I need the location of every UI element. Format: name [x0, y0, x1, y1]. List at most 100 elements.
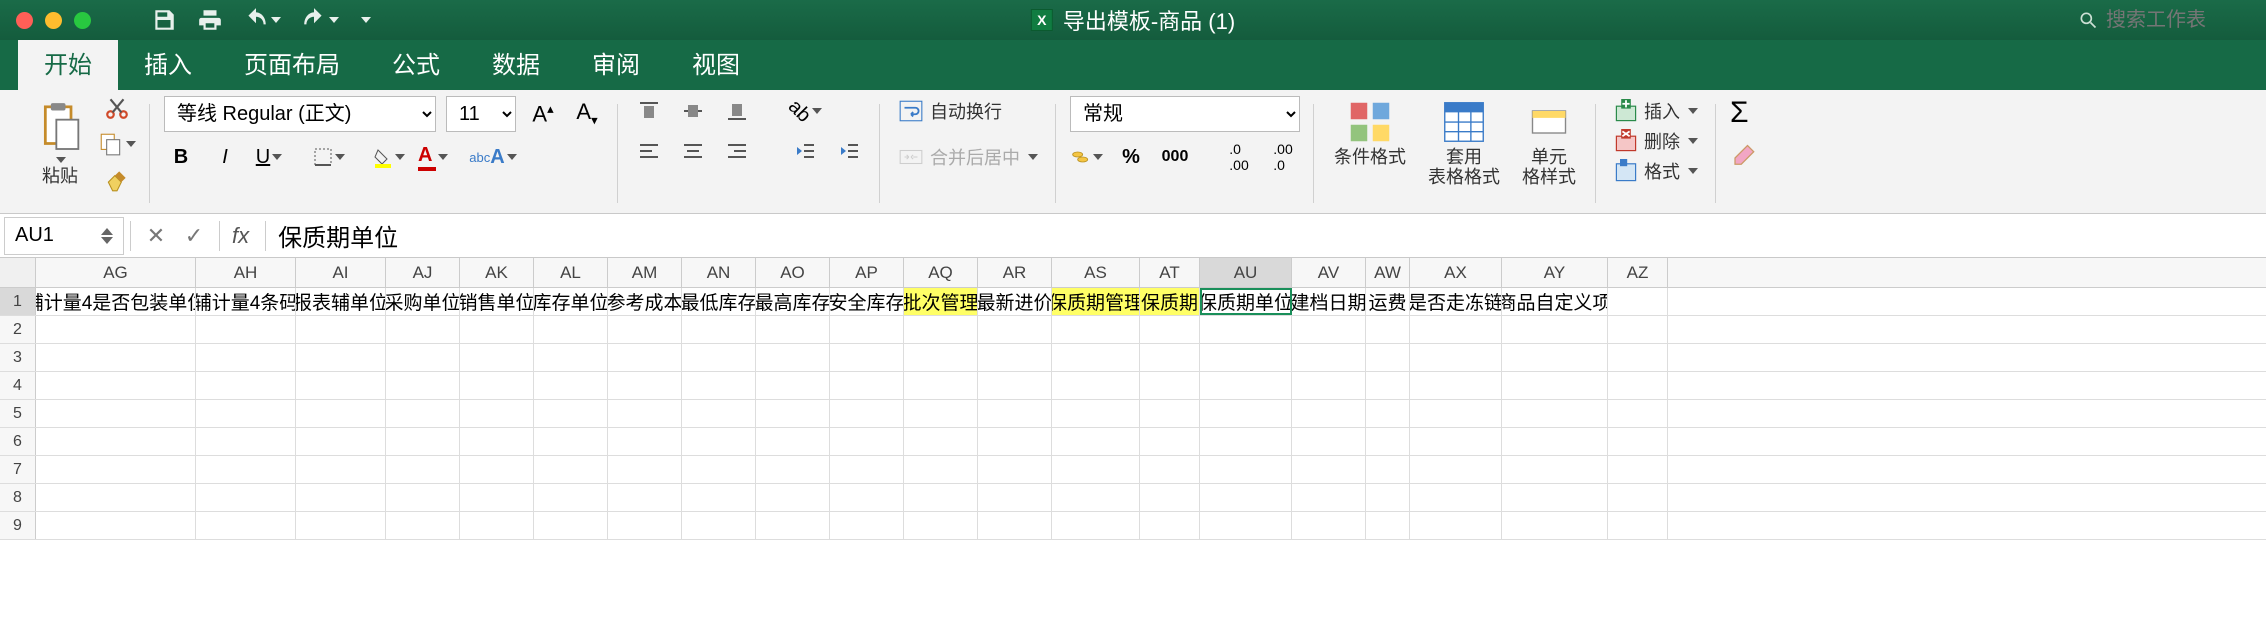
format-painter-button[interactable] — [104, 167, 130, 193]
cell-AR7[interactable] — [978, 456, 1052, 483]
cell-AR1[interactable]: 最新进价 — [978, 288, 1052, 315]
tab-insert[interactable]: 插入 — [118, 35, 218, 90]
cell-AK7[interactable] — [460, 456, 534, 483]
cell-AP1[interactable]: 安全库存 — [830, 288, 904, 315]
cell-AI6[interactable] — [296, 428, 386, 455]
cell-AR4[interactable] — [978, 372, 1052, 399]
cell-AQ9[interactable] — [904, 512, 978, 539]
minimize-window-button[interactable] — [45, 12, 62, 29]
cell-AW8[interactable] — [1366, 484, 1410, 511]
format-cells-button[interactable]: 格式 — [1610, 156, 1702, 186]
cell-AS9[interactable] — [1052, 512, 1140, 539]
column-header-AO[interactable]: AO — [756, 258, 830, 287]
cell-AM1[interactable]: 参考成本 — [608, 288, 682, 315]
cell-styles-button[interactable]: 单元 格样式 — [1516, 96, 1582, 192]
cell-AL9[interactable] — [534, 512, 608, 539]
cell-AP5[interactable] — [830, 400, 904, 427]
insert-cells-button[interactable]: 插入 — [1610, 96, 1702, 126]
column-header-AR[interactable]: AR — [978, 258, 1052, 287]
cell-AW1[interactable]: 运费 — [1366, 288, 1410, 315]
cell-AU4[interactable] — [1200, 372, 1292, 399]
cell-AZ1[interactable] — [1608, 288, 1668, 315]
cell-AP8[interactable] — [830, 484, 904, 511]
row-header-2[interactable]: 2 — [0, 316, 36, 343]
cell-AS4[interactable] — [1052, 372, 1140, 399]
cell-AM7[interactable] — [608, 456, 682, 483]
fx-icon[interactable]: fx — [232, 223, 249, 249]
cell-AX8[interactable] — [1410, 484, 1502, 511]
cell-AO4[interactable] — [756, 372, 830, 399]
decrease-decimal-button[interactable]: .00.0 — [1266, 142, 1300, 172]
cell-AT6[interactable] — [1140, 428, 1200, 455]
underline-button[interactable]: U — [252, 142, 286, 172]
column-header-AS[interactable]: AS — [1052, 258, 1140, 287]
clear-button[interactable] — [1730, 140, 1760, 166]
font-size-select[interactable]: 11 — [446, 96, 516, 132]
align-top-button[interactable] — [632, 96, 666, 126]
cell-AT5[interactable] — [1140, 400, 1200, 427]
cell-AW9[interactable] — [1366, 512, 1410, 539]
cell-AJ7[interactable] — [386, 456, 460, 483]
cell-AH9[interactable] — [196, 512, 296, 539]
format-as-table-button[interactable]: 套用 表格格式 — [1422, 96, 1506, 192]
tab-view[interactable]: 视图 — [666, 35, 766, 90]
cell-AL5[interactable] — [534, 400, 608, 427]
cell-AG9[interactable] — [36, 512, 196, 539]
cell-AL3[interactable] — [534, 344, 608, 371]
cell-AU1[interactable]: 保质期单位 — [1200, 288, 1292, 315]
fill-color-button[interactable] — [372, 142, 406, 172]
cell-AY7[interactable] — [1502, 456, 1608, 483]
cell-AK2[interactable] — [460, 316, 534, 343]
cell-AJ5[interactable] — [386, 400, 460, 427]
cell-AU8[interactable] — [1200, 484, 1292, 511]
cell-AP4[interactable] — [830, 372, 904, 399]
cell-AY4[interactable] — [1502, 372, 1608, 399]
cell-AK4[interactable] — [460, 372, 534, 399]
wrap-text-button[interactable]: 自动换行 — [894, 96, 1042, 126]
comma-button[interactable]: 000 — [1158, 142, 1192, 172]
cell-AV8[interactable] — [1292, 484, 1366, 511]
cell-AX9[interactable] — [1410, 512, 1502, 539]
cell-AJ3[interactable] — [386, 344, 460, 371]
cell-AY3[interactable] — [1502, 344, 1608, 371]
cell-AG7[interactable] — [36, 456, 196, 483]
cell-AT1[interactable]: 保质期 — [1140, 288, 1200, 315]
cell-AQ2[interactable] — [904, 316, 978, 343]
cell-AT9[interactable] — [1140, 512, 1200, 539]
column-header-AI[interactable]: AI — [296, 258, 386, 287]
cell-AM4[interactable] — [608, 372, 682, 399]
column-header-AH[interactable]: AH — [196, 258, 296, 287]
tab-review[interactable]: 审阅 — [566, 35, 666, 90]
cell-AZ9[interactable] — [1608, 512, 1668, 539]
cell-AX4[interactable] — [1410, 372, 1502, 399]
cell-AG8[interactable] — [36, 484, 196, 511]
cell-AY1[interactable]: 商品自定义项 — [1502, 288, 1608, 315]
cell-AY5[interactable] — [1502, 400, 1608, 427]
cell-AO7[interactable] — [756, 456, 830, 483]
phonetic-button[interactable]: abcA — [476, 142, 510, 172]
column-header-AT[interactable]: AT — [1140, 258, 1200, 287]
row-header-5[interactable]: 5 — [0, 400, 36, 427]
cell-AW2[interactable] — [1366, 316, 1410, 343]
increase-indent-button[interactable] — [832, 136, 866, 166]
cell-AI1[interactable]: 报表辅单位 — [296, 288, 386, 315]
cell-AG4[interactable] — [36, 372, 196, 399]
cell-AU6[interactable] — [1200, 428, 1292, 455]
cell-AG3[interactable] — [36, 344, 196, 371]
cell-AU3[interactable] — [1200, 344, 1292, 371]
search-area[interactable] — [2078, 9, 2246, 32]
cell-AZ5[interactable] — [1608, 400, 1668, 427]
cell-AQ1[interactable]: 批次管理 — [904, 288, 978, 315]
cell-AX2[interactable] — [1410, 316, 1502, 343]
cell-AW3[interactable] — [1366, 344, 1410, 371]
cell-AV5[interactable] — [1292, 400, 1366, 427]
cell-AK3[interactable] — [460, 344, 534, 371]
cell-AJ1[interactable]: 采购单位 — [386, 288, 460, 315]
cell-AN2[interactable] — [682, 316, 756, 343]
cell-AG2[interactable] — [36, 316, 196, 343]
cell-AQ5[interactable] — [904, 400, 978, 427]
cell-AJ8[interactable] — [386, 484, 460, 511]
cell-AX5[interactable] — [1410, 400, 1502, 427]
cell-AI9[interactable] — [296, 512, 386, 539]
row-header-6[interactable]: 6 — [0, 428, 36, 455]
